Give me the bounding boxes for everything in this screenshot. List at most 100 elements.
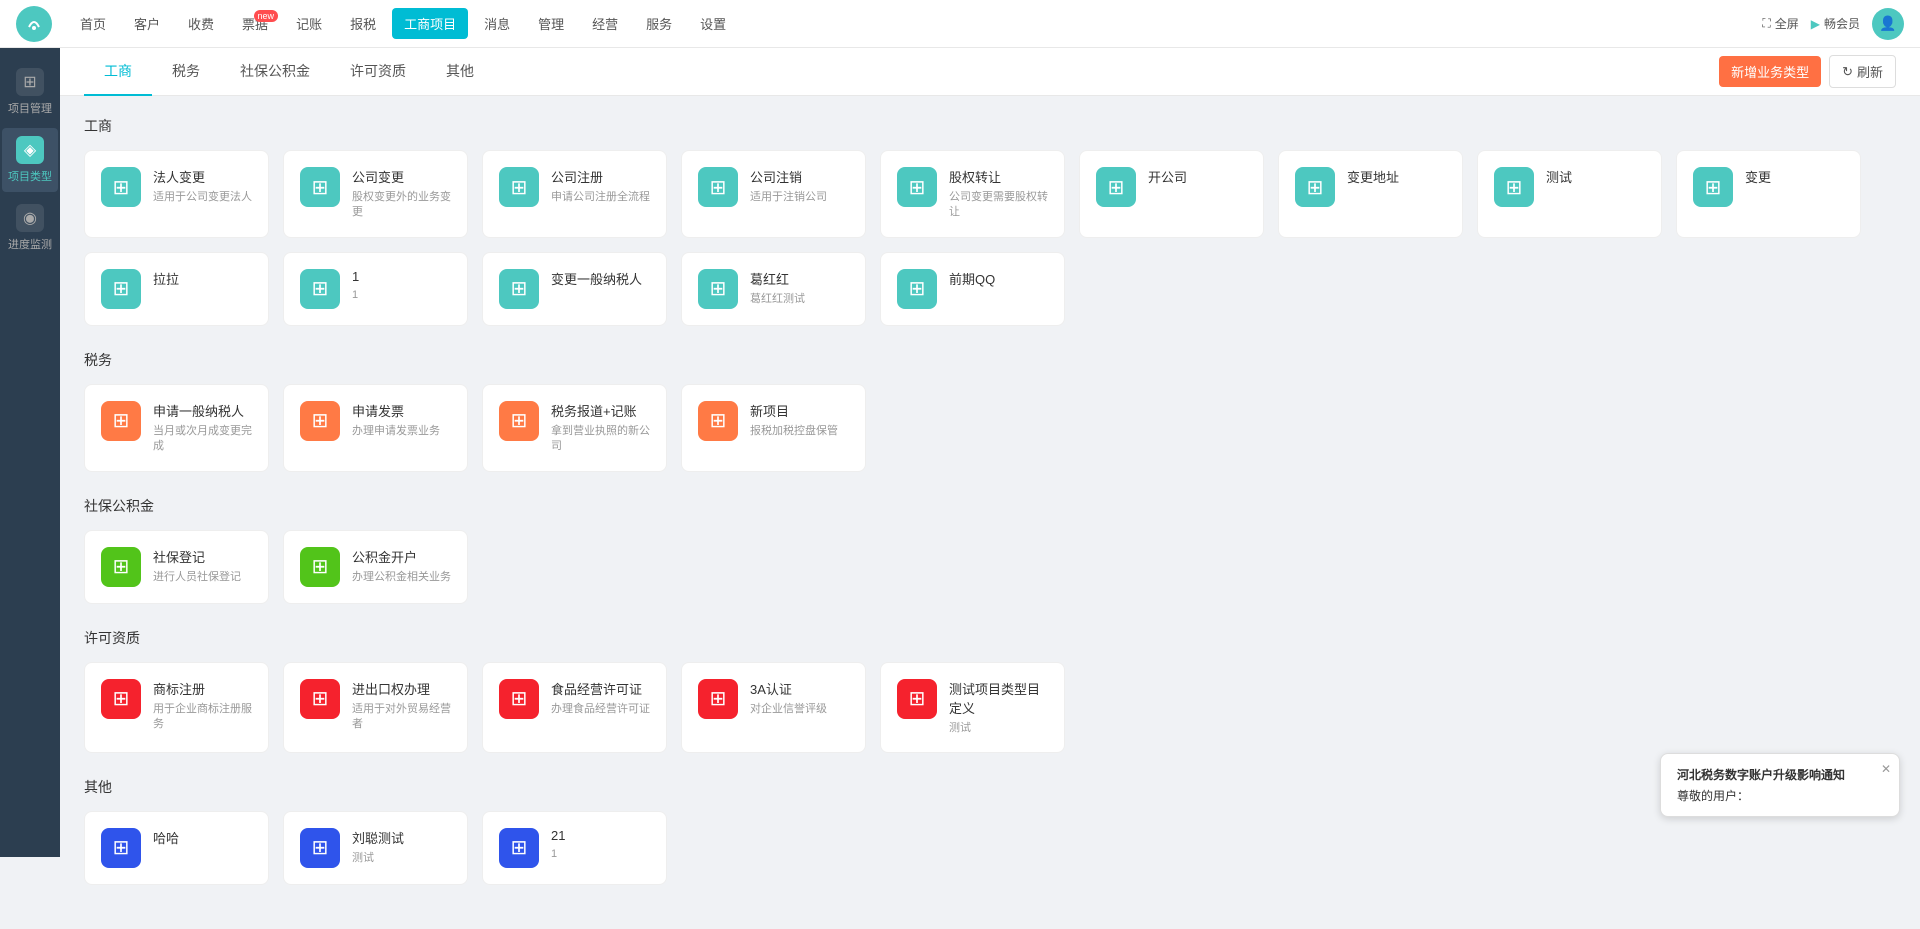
card-icon-symbol: ⊞ (909, 276, 926, 301)
sub-tab-社保公积金[interactable]: 社保公积金 (220, 48, 330, 96)
card-text: 申请一般纳税人 当月或次月成变更完成 (153, 401, 252, 455)
card-葛红红[interactable]: ⊞ 葛红红 葛红红测试 (681, 252, 866, 326)
sub-tabs-right: 新增业务类型 ↻ 刷新 (1719, 55, 1896, 88)
card-name: 葛红红 (750, 269, 849, 288)
card-哈哈[interactable]: ⊞ 哈哈 (84, 811, 269, 885)
card-公司变更[interactable]: ⊞ 公司变更 股权变更外的业务变更 (283, 150, 468, 238)
card-icon-symbol: ⊞ (710, 686, 727, 711)
card-前期QQ[interactable]: ⊞ 前期QQ (880, 252, 1065, 326)
nav-item-票据[interactable]: 票据new (230, 8, 280, 39)
nav-item-收费[interactable]: 收费 (176, 8, 226, 39)
card-name: 公司变更 (352, 167, 451, 186)
fullscreen-label: 全屏 (1775, 15, 1799, 32)
card-name: 食品经营许可证 (551, 679, 650, 698)
card-text: 测试项目类型目定义 测试 (949, 679, 1048, 736)
card-icon-symbol: ⊞ (1108, 175, 1125, 200)
card-新项目[interactable]: ⊞ 新项目 报税加税控盘保管 (681, 384, 866, 472)
card-icon-symbol: ⊞ (113, 276, 130, 301)
card-text: 葛红红 葛红红测试 (750, 269, 849, 307)
card-拉拉[interactable]: ⊞ 拉拉 (84, 252, 269, 326)
card-icon: ⊞ (101, 401, 141, 441)
avatar[interactable]: 👤 (1872, 8, 1904, 40)
sub-tab-许可资质[interactable]: 许可资质 (330, 48, 426, 96)
card-变更一般纳税人[interactable]: ⊞ 变更一般纳税人 (482, 252, 667, 326)
card-刘聪测试[interactable]: ⊞ 刘聪测试 测试 (283, 811, 468, 885)
card-测试项目类型目定义[interactable]: ⊞ 测试项目类型目定义 测试 (880, 662, 1065, 753)
fullscreen-btn[interactable]: ⛶ 全屏 (1762, 15, 1798, 32)
sub-tab-其他[interactable]: 其他 (426, 48, 494, 96)
member-btn[interactable]: ▶ 畅会员 (1811, 15, 1860, 32)
sidebar-icon: ⊞ (16, 68, 44, 96)
card-股权转让[interactable]: ⊞ 股权转让 公司变更需要股权转让 (880, 150, 1065, 238)
nav-item-管理[interactable]: 管理 (526, 8, 576, 39)
card-21[interactable]: ⊞ 21 1 (482, 811, 667, 885)
card-3A认证[interactable]: ⊞ 3A认证 对企业信誉评级 (681, 662, 866, 753)
new-type-button[interactable]: 新增业务类型 (1719, 56, 1821, 87)
card-icon: ⊞ (101, 547, 141, 587)
card-name: 21 (551, 828, 650, 843)
sidebar-icon: ◉ (16, 204, 44, 232)
nav-item-工商项目[interactable]: 工商项目 (392, 8, 468, 39)
card-变更[interactable]: ⊞ 变更 (1676, 150, 1861, 238)
card-商标注册[interactable]: ⊞ 商标注册 用于企业商标注册服务 (84, 662, 269, 753)
notification-close-btn[interactable]: ✕ (1881, 762, 1891, 776)
sidebar-label: 进度监测 (8, 236, 52, 252)
top-nav: 首页客户收费票据new记账报税工商项目消息管理经营服务设置 ⛶ 全屏 ▶ 畅会员… (0, 0, 1920, 48)
nav-item-首页[interactable]: 首页 (68, 8, 118, 39)
card-公司注销[interactable]: ⊞ 公司注销 适用于注销公司 (681, 150, 866, 238)
sidebar-item-项目类型[interactable]: ◈项目类型 (2, 128, 58, 192)
card-desc: 进行人员社保登记 (153, 570, 252, 585)
sidebar-item-进度监测[interactable]: ◉ 进度监测 (2, 196, 58, 260)
sub-tab-税务[interactable]: 税务 (152, 48, 220, 96)
card-法人变更[interactable]: ⊞ 法人变更 适用于公司变更法人 (84, 150, 269, 238)
card-icon: ⊞ (698, 269, 738, 309)
card-icon-symbol: ⊞ (511, 408, 528, 433)
card-1[interactable]: ⊞ 1 1 (283, 252, 468, 326)
card-公积金开户[interactable]: ⊞ 公积金开户 办理公积金相关业务 (283, 530, 468, 604)
card-name: 3A认证 (750, 679, 849, 698)
section-许可资质: 许可资质 ⊞ 商标注册 用于企业商标注册服务 ⊞ 进出口权办理 适用于对外贸易经… (84, 628, 1896, 753)
card-desc: 测试 (352, 851, 451, 866)
section-工商: 工商 ⊞ 法人变更 适用于公司变更法人 ⊞ 公司变更 股权变更外的业务变更 ⊞ … (84, 116, 1896, 326)
card-测试[interactable]: ⊞ 测试 (1477, 150, 1662, 238)
nav-item-经营[interactable]: 经营 (580, 8, 630, 39)
card-税务报道+记账[interactable]: ⊞ 税务报道+记账 拿到营业执照的新公司 (482, 384, 667, 472)
nav-item-消息[interactable]: 消息 (472, 8, 522, 39)
nav-item-客户[interactable]: 客户 (122, 8, 172, 39)
card-进出口权办理[interactable]: ⊞ 进出口权办理 适用于对外贸易经营者 (283, 662, 468, 753)
card-icon-symbol: ⊞ (312, 408, 329, 433)
card-text: 公积金开户 办理公积金相关业务 (352, 547, 451, 585)
card-icon: ⊞ (897, 167, 937, 207)
nav-item-报税[interactable]: 报税 (338, 8, 388, 39)
logo (16, 6, 52, 42)
card-公司注册[interactable]: ⊞ 公司注册 申请公司注册全流程 (482, 150, 667, 238)
card-name: 税务报道+记账 (551, 401, 650, 420)
card-社保登记[interactable]: ⊞ 社保登记 进行人员社保登记 (84, 530, 269, 604)
refresh-button[interactable]: ↻ 刷新 (1829, 55, 1896, 88)
sub-tab-工商[interactable]: 工商 (84, 48, 152, 96)
card-食品经营许可证[interactable]: ⊞ 食品经营许可证 办理食品经营许可证 (482, 662, 667, 753)
nav-item-服务[interactable]: 服务 (634, 8, 684, 39)
nav-item-设置[interactable]: 设置 (688, 8, 738, 39)
card-name: 哈哈 (153, 828, 252, 847)
card-name: 1 (352, 269, 451, 284)
card-变更地址[interactable]: ⊞ 变更地址 (1278, 150, 1463, 238)
cards-grid: ⊞ 法人变更 适用于公司变更法人 ⊞ 公司变更 股权变更外的业务变更 ⊞ 公司注… (84, 150, 1896, 326)
card-desc: 办理申请发票业务 (352, 424, 451, 439)
card-icon-symbol: ⊞ (909, 686, 926, 711)
card-name: 股权转让 (949, 167, 1048, 186)
card-申请发票[interactable]: ⊞ 申请发票 办理申请发票业务 (283, 384, 468, 472)
card-desc: 适用于对外贸易经营者 (352, 702, 451, 733)
card-name: 公积金开户 (352, 547, 451, 566)
card-text: 测试 (1546, 167, 1645, 190)
card-icon: ⊞ (1096, 167, 1136, 207)
card-text: 公司变更 股权变更外的业务变更 (352, 167, 451, 221)
card-desc: 适用于公司变更法人 (153, 190, 252, 205)
card-name: 测试 (1546, 167, 1645, 186)
card-申请一般纳税人[interactable]: ⊞ 申请一般纳税人 当月或次月成变更完成 (84, 384, 269, 472)
sidebar-item-项目管理[interactable]: ⊞项目管理 (2, 60, 58, 124)
card-name: 拉拉 (153, 269, 252, 288)
nav-item-记账[interactable]: 记账 (284, 8, 334, 39)
section-title: 其他 (84, 777, 1896, 797)
card-开公司[interactable]: ⊞ 开公司 (1079, 150, 1264, 238)
